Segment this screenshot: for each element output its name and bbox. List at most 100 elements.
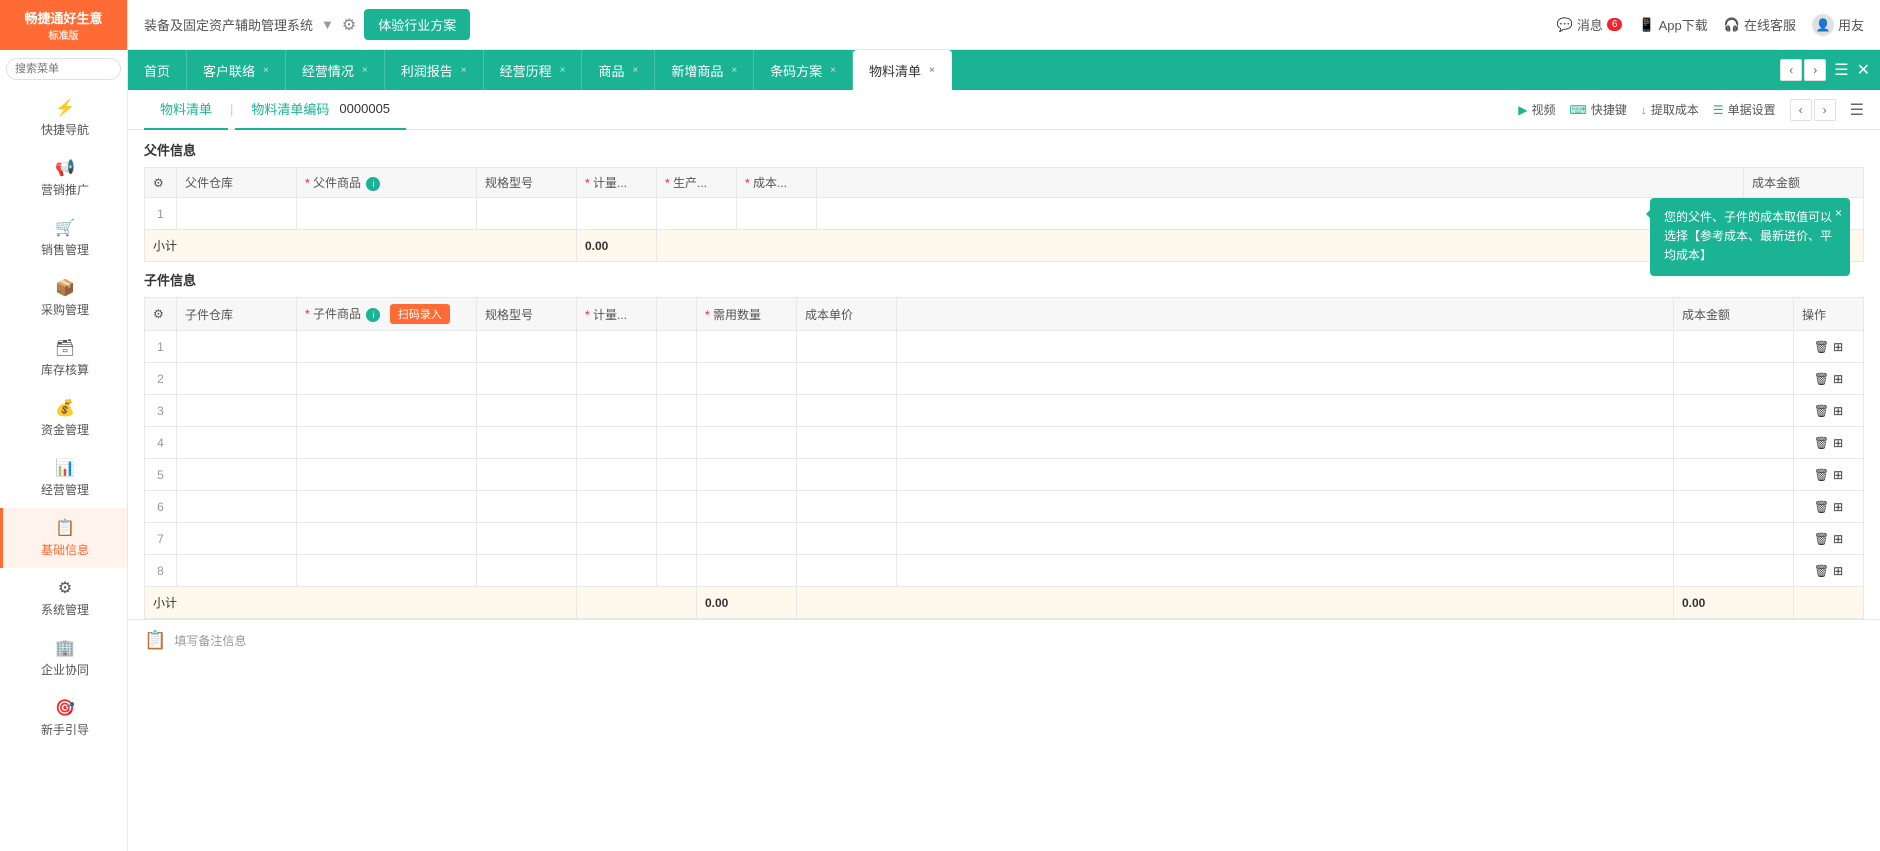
child-row1-unit[interactable]	[577, 331, 657, 363]
child-row2-amount[interactable]	[1674, 363, 1794, 395]
copy-icon[interactable]: ⊞	[1833, 468, 1843, 482]
child-row1-product[interactable]	[297, 331, 477, 363]
parent-warehouse-cell[interactable]	[177, 198, 297, 230]
child-gear-icon[interactable]: ⚙	[153, 307, 164, 321]
sidebar-item-system[interactable]: ⚙ 系统管理	[0, 568, 127, 628]
child-product-info-icon[interactable]: i	[366, 308, 380, 322]
parent-prod-cell[interactable]	[657, 198, 737, 230]
child-row3-amount[interactable]	[1674, 395, 1794, 427]
nav-next[interactable]: ›	[1804, 59, 1826, 81]
child-row2-unitprice[interactable]	[797, 363, 897, 395]
delete-icon[interactable]: 🗑	[1814, 404, 1829, 418]
sidebar-item-enterprise[interactable]: 🏢 企业协同	[0, 628, 127, 688]
sidebar-item-guide[interactable]: 🎯 新手引导	[0, 688, 127, 748]
content-next[interactable]: ›	[1814, 99, 1836, 121]
delete-icon[interactable]: 🗑	[1814, 340, 1829, 354]
sidebar-item-basic-info[interactable]: 📋 基础信息	[0, 508, 127, 568]
message-item[interactable]: 💬 消息 6	[1557, 15, 1623, 34]
shortcut-btn[interactable]: ⌨ 快捷键	[1570, 101, 1627, 118]
copy-icon[interactable]: ⊞	[1833, 340, 1843, 354]
delete-icon[interactable]: 🗑	[1814, 500, 1829, 514]
tooltip-close[interactable]: ×	[1835, 204, 1842, 223]
tab-history[interactable]: 经营历程 ×	[484, 50, 583, 90]
sub-tab-bom-list[interactable]: 物料清单	[144, 90, 228, 130]
tabs-menu-icon[interactable]: ☰	[1834, 60, 1848, 80]
delete-icon[interactable]: 🗑	[1814, 372, 1829, 386]
copy-icon[interactable]: ⊞	[1833, 532, 1843, 546]
child-row2-product[interactable]	[297, 363, 477, 395]
child-row1-spec[interactable]	[477, 331, 577, 363]
bottom-bar-icon[interactable]: 📋	[144, 630, 166, 651]
tab-bom-close[interactable]: ×	[929, 65, 935, 76]
parent-gear-icon[interactable]: ⚙	[153, 176, 164, 190]
settings-button[interactable]: ⚙	[342, 15, 356, 35]
copy-icon[interactable]: ⊞	[1833, 372, 1843, 386]
extract-cost-btn[interactable]: ↓ 提取成本	[1641, 101, 1699, 118]
tab-new-product[interactable]: 新增商品 ×	[655, 50, 754, 90]
copy-icon[interactable]: ⊞	[1833, 436, 1843, 450]
parent-product-cell[interactable]	[297, 198, 477, 230]
child-row3-qty[interactable]	[697, 395, 797, 427]
sidebar-item-finance[interactable]: 💰 资金管理	[0, 388, 127, 448]
app-download-item[interactable]: 📱 App下载	[1638, 15, 1707, 34]
child-row2-unit[interactable]	[577, 363, 657, 395]
child-row1-unitprice[interactable]	[797, 331, 897, 363]
child-row3-unitprice[interactable]	[797, 395, 897, 427]
child-row2-qty[interactable]	[697, 363, 797, 395]
trial-button[interactable]: 体验行业方案	[364, 9, 470, 40]
child-row3-unit[interactable]	[577, 395, 657, 427]
content-prev[interactable]: ‹	[1790, 99, 1812, 121]
child-row3-spec[interactable]	[477, 395, 577, 427]
parent-cost-cell[interactable]	[737, 198, 817, 230]
copy-icon[interactable]: ⊞	[1833, 564, 1843, 578]
tab-home[interactable]: 首页	[128, 50, 187, 90]
single-setting-btn[interactable]: ☰ 单据设置	[1713, 101, 1776, 118]
child-row2-warehouse[interactable]	[177, 363, 297, 395]
tab-history-close[interactable]: ×	[560, 65, 566, 76]
parent-unit-cell[interactable]	[577, 198, 657, 230]
tab-business-close[interactable]: ×	[362, 65, 368, 76]
child-row1-warehouse[interactable]	[177, 331, 297, 363]
delete-icon[interactable]: 🗑	[1814, 468, 1829, 482]
search-input[interactable]	[6, 58, 121, 80]
tab-bom[interactable]: 物料清单 ×	[853, 50, 952, 90]
copy-icon[interactable]: ⊞	[1833, 404, 1843, 418]
child-row1-amount[interactable]	[1674, 331, 1794, 363]
close-all-icon[interactable]: ✕	[1857, 60, 1870, 80]
delete-icon[interactable]: 🗑	[1814, 564, 1829, 578]
tab-customer-close[interactable]: ×	[263, 65, 269, 76]
tab-product-close[interactable]: ×	[632, 65, 638, 76]
tab-profit-close[interactable]: ×	[461, 65, 467, 76]
copy-icon[interactable]: ⊞	[1833, 500, 1843, 514]
delete-icon[interactable]: 🗑	[1814, 436, 1829, 450]
sidebar-item-sales[interactable]: 🛒 销售管理	[0, 208, 127, 268]
sidebar-item-inventory[interactable]: 🗃 库存核算	[0, 328, 127, 388]
nav-prev[interactable]: ‹	[1780, 59, 1802, 81]
online-service-item[interactable]: 🎧 在线客服	[1724, 15, 1796, 34]
child-row3-product[interactable]	[297, 395, 477, 427]
tab-new-product-close[interactable]: ×	[731, 65, 737, 76]
scan-button[interactable]: 扫码录入	[390, 304, 450, 324]
delete-icon[interactable]: 🗑	[1814, 532, 1829, 546]
tab-barcode[interactable]: 条码方案 ×	[754, 50, 853, 90]
child-row2-spec[interactable]	[477, 363, 577, 395]
sidebar-item-marketing[interactable]: 📢 营销推广	[0, 148, 127, 208]
tab-business[interactable]: 经营情况 ×	[286, 50, 385, 90]
parent-spec-cell[interactable]	[477, 198, 577, 230]
dropdown-arrow-icon[interactable]: ▼	[321, 17, 334, 32]
child-row3-warehouse[interactable]	[177, 395, 297, 427]
content-menu-icon[interactable]: ☰	[1850, 100, 1864, 120]
sidebar-item-quick-nav[interactable]: ⚡ 快捷导航	[0, 88, 127, 148]
view-btn[interactable]: ▶ 视频	[1518, 101, 1555, 118]
sub-tab-bom-code[interactable]: 物料清单编码 0000005	[235, 90, 406, 130]
child-row1-qty[interactable]	[697, 331, 797, 363]
sidebar-item-operations[interactable]: 📊 经营管理	[0, 448, 127, 508]
tab-barcode-close[interactable]: ×	[830, 65, 836, 76]
tab-product[interactable]: 商品 ×	[582, 50, 655, 90]
tab-customer[interactable]: 客户联络 ×	[187, 50, 286, 90]
user-item[interactable]: 👤 用友	[1812, 14, 1864, 36]
tab-profit[interactable]: 利润报告 ×	[385, 50, 484, 90]
extract-icon: ↓	[1641, 103, 1647, 117]
sidebar-item-purchase[interactable]: 📦 采购管理	[0, 268, 127, 328]
parent-product-info-icon[interactable]: i	[366, 177, 380, 191]
